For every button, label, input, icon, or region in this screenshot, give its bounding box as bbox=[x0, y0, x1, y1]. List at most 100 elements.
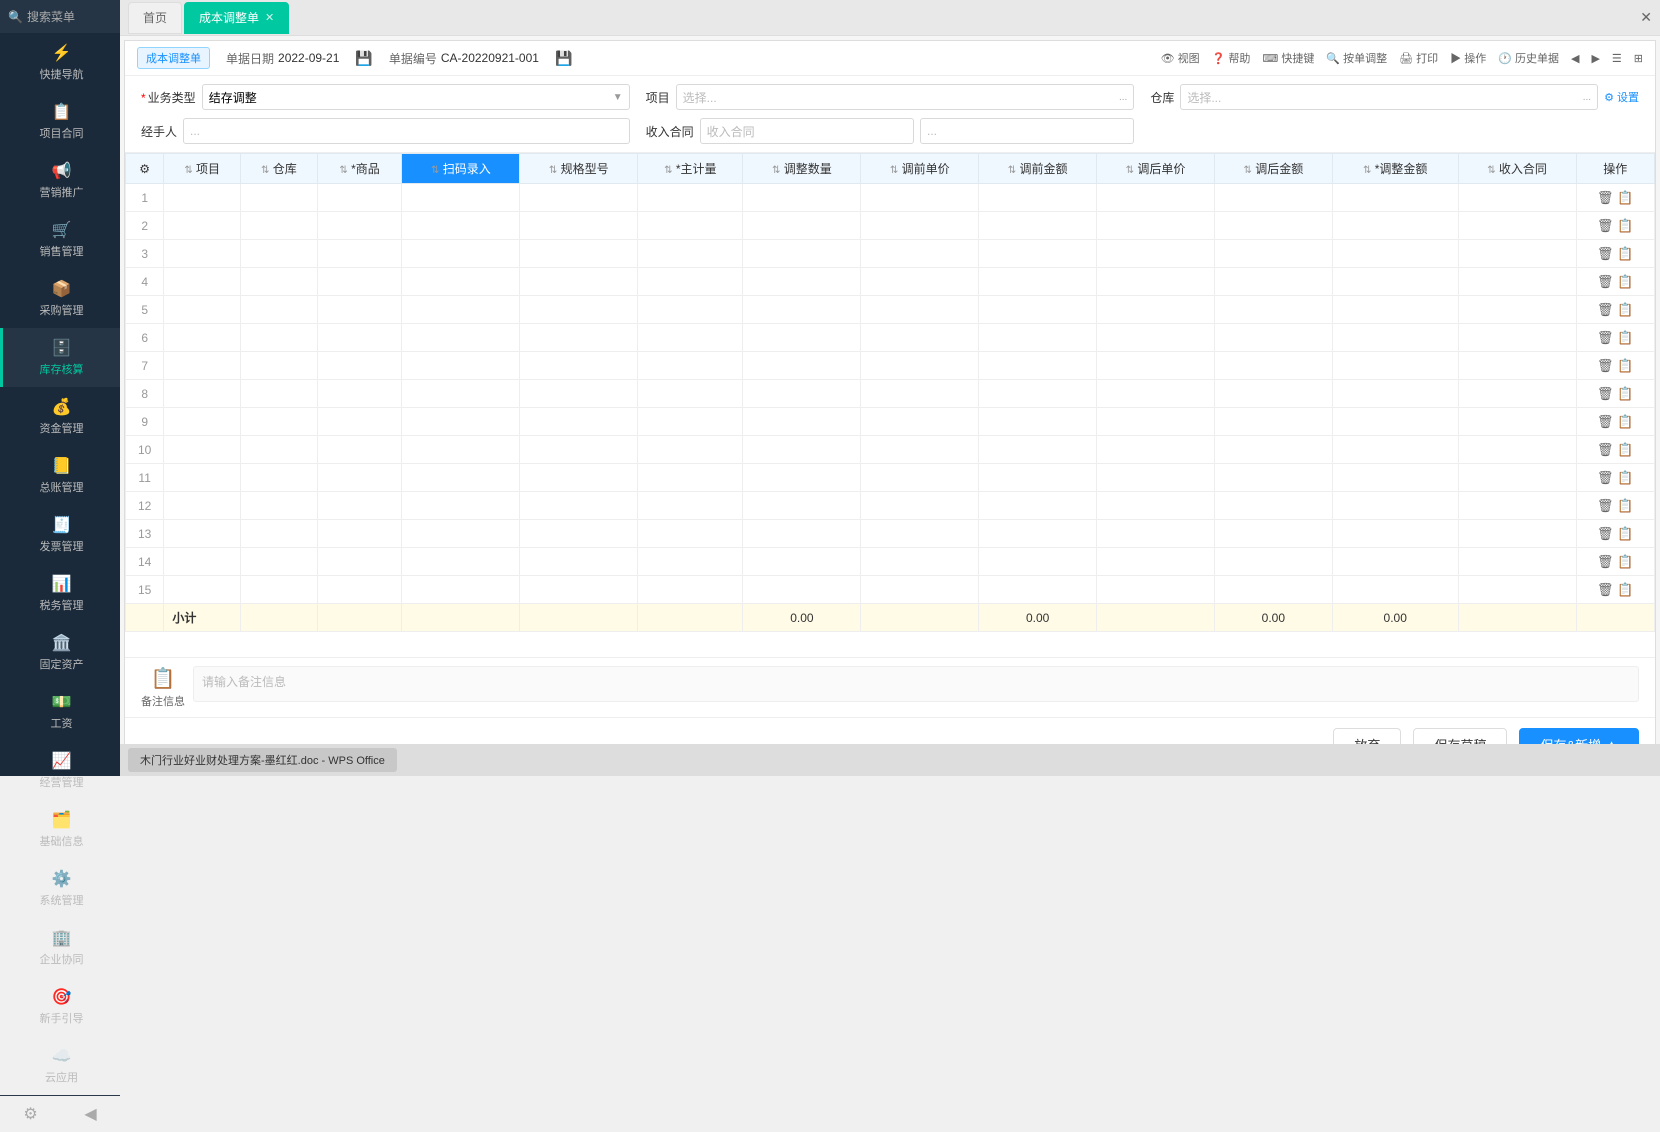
sidebar-search[interactable]: 🔍 搜索菜单 bbox=[0, 0, 120, 33]
income-contract-input[interactable]: 收入合同 bbox=[700, 118, 914, 144]
delete-icon-6[interactable]: 🗑 bbox=[1597, 330, 1614, 346]
help-action[interactable]: ❓ 帮助 bbox=[1212, 50, 1251, 66]
handler-input[interactable]: ... bbox=[183, 118, 630, 144]
delete-icon-4[interactable]: 🗑 bbox=[1597, 274, 1614, 290]
cell-income_contract-1 bbox=[1458, 184, 1576, 212]
delete-icon-5[interactable]: 🗑 bbox=[1597, 302, 1614, 318]
cell-actions-9: 🗑📋 bbox=[1576, 408, 1655, 436]
copy-icon-12[interactable]: 📋 bbox=[1617, 498, 1633, 514]
settings-icon[interactable]: ⚙ bbox=[23, 1104, 37, 1124]
cell-scan-3 bbox=[402, 240, 520, 268]
business-type-input[interactable]: 结存调整 ▼ bbox=[202, 84, 630, 110]
nav-prev[interactable]: ◀ bbox=[1571, 52, 1579, 65]
delete-icon-2[interactable]: 🗑 bbox=[1597, 218, 1614, 234]
view-list-icon[interactable]: ☰ bbox=[1612, 52, 1622, 65]
copy-icon-8[interactable]: 📋 bbox=[1617, 386, 1633, 402]
cell-income_contract-15 bbox=[1458, 576, 1576, 604]
tab-cost-adjust[interactable]: 成本调整单✕ bbox=[184, 2, 289, 34]
copy-icon-3[interactable]: 📋 bbox=[1617, 246, 1633, 262]
copy-icon-1[interactable]: 📋 bbox=[1617, 190, 1633, 206]
delete-icon-9[interactable]: 🗑 bbox=[1597, 414, 1614, 430]
cell-warehouse-9 bbox=[241, 408, 318, 436]
history-action[interactable]: 🕐 历史单据 bbox=[1498, 50, 1559, 66]
delete-icon-10[interactable]: 🗑 bbox=[1597, 442, 1614, 458]
tab-home[interactable]: 首页 bbox=[128, 2, 182, 34]
delete-icon-1[interactable]: 🗑 bbox=[1597, 190, 1614, 206]
copy-icon-11[interactable]: 📋 bbox=[1617, 470, 1633, 486]
delete-icon-7[interactable]: 🗑 bbox=[1597, 358, 1614, 374]
sidebar-item-invoice[interactable]: 🧾发票管理 bbox=[0, 505, 120, 564]
copy-icon-15[interactable]: 📋 bbox=[1617, 582, 1633, 598]
delete-icon-15[interactable]: 🗑 bbox=[1597, 582, 1614, 598]
sidebar-item-quick-nav[interactable]: ⚡快捷导航 bbox=[0, 33, 120, 92]
cell-prev_amount-4 bbox=[979, 268, 1097, 296]
view-grid-icon[interactable]: ⊞ bbox=[1634, 52, 1643, 65]
delete-icon-12[interactable]: 🗑 bbox=[1597, 498, 1614, 514]
income-contract-input2[interactable]: ... bbox=[920, 118, 1134, 144]
copy-icon-9[interactable]: 📋 bbox=[1617, 414, 1633, 430]
collapse-icon[interactable]: ◀ bbox=[84, 1104, 96, 1124]
delete-icon-8[interactable]: 🗑 bbox=[1597, 386, 1614, 402]
project-input[interactable]: 选择... ... bbox=[676, 84, 1135, 110]
copy-icon-10[interactable]: 📋 bbox=[1617, 442, 1633, 458]
cell-scan-2 bbox=[402, 212, 520, 240]
sidebar-item-payroll[interactable]: 💵工资 bbox=[0, 682, 120, 741]
window-close-button[interactable]: ✕ bbox=[1640, 9, 1652, 26]
sidebar-item-purchase[interactable]: 📦采购管理 bbox=[0, 269, 120, 328]
sidebar-item-marketing[interactable]: 📢营销推广 bbox=[0, 151, 120, 210]
copy-icon-4[interactable]: 📋 bbox=[1617, 274, 1633, 290]
table-row: 7🗑📋 bbox=[126, 352, 1655, 380]
sidebar-item-ledger[interactable]: 📒总账管理 bbox=[0, 446, 120, 505]
settings-col-icon[interactable]: ⚙ bbox=[139, 162, 150, 176]
copy-icon-14[interactable]: 📋 bbox=[1617, 554, 1633, 570]
sidebar-item-cloud[interactable]: ☁️云应用 bbox=[0, 1036, 120, 1095]
sidebar-item-sys[interactable]: ⚙️系统管理 bbox=[0, 859, 120, 918]
taskbar-item[interactable]: 木门行业好业财处理方案-墨红红.doc - WPS Office bbox=[128, 748, 397, 772]
cell-unit-1 bbox=[638, 184, 743, 212]
business-type-value: 结存调整 bbox=[209, 89, 257, 106]
subtotal-prev_amount: 0.00 bbox=[979, 604, 1097, 632]
review-action[interactable]: 🔍 按单调整 bbox=[1326, 50, 1387, 66]
sidebar-item-ops[interactable]: 📈经营管理 bbox=[0, 741, 120, 800]
cell-after_price-8 bbox=[1097, 380, 1215, 408]
cell-project-1 bbox=[164, 184, 241, 212]
settings-btn[interactable]: ⚙ 设置 bbox=[1604, 89, 1639, 105]
nav-next[interactable]: ▶ bbox=[1591, 52, 1599, 65]
sidebar-item-inventory[interactable]: 🗄️库存核算 bbox=[0, 328, 120, 387]
operate-action[interactable]: ▶ 操作 bbox=[1450, 50, 1486, 66]
sidebar-item-fixed-assets[interactable]: 🏛️固定资产 bbox=[0, 623, 120, 682]
sidebar-item-project-contract[interactable]: 📋项目合同 bbox=[0, 92, 120, 151]
income-contract-label: 收入合同 bbox=[646, 123, 694, 140]
tab-close-cost-adjust[interactable]: ✕ bbox=[265, 11, 274, 24]
cell-income_contract-7 bbox=[1458, 352, 1576, 380]
copy-icon-13[interactable]: 📋 bbox=[1617, 526, 1633, 542]
sidebar-item-tax[interactable]: 📊税务管理 bbox=[0, 564, 120, 623]
copy-icon-2[interactable]: 📋 bbox=[1617, 218, 1633, 234]
view-action[interactable]: 👁 视图 bbox=[1161, 50, 1200, 66]
cell-product-8 bbox=[317, 380, 402, 408]
copy-icon-5[interactable]: 📋 bbox=[1617, 302, 1633, 318]
sidebar-item-finance[interactable]: 💰资金管理 bbox=[0, 387, 120, 446]
sidebar-item-base-info[interactable]: 🗂️基础信息 bbox=[0, 800, 120, 859]
table-row: 8🗑📋 bbox=[126, 380, 1655, 408]
delete-icon-13[interactable]: 🗑 bbox=[1597, 526, 1614, 542]
copy-icon-6[interactable]: 📋 bbox=[1617, 330, 1633, 346]
shortcut-action[interactable]: ⌨ 快捷键 bbox=[1262, 50, 1314, 66]
delete-icon-14[interactable]: 🗑 bbox=[1597, 554, 1614, 570]
cell-prev_price-14 bbox=[861, 548, 979, 576]
cell-adjust_qty-14 bbox=[743, 548, 861, 576]
sidebar-item-new-guide[interactable]: 🎯新手引导 bbox=[0, 977, 120, 1036]
cell-prev_amount-12 bbox=[979, 492, 1097, 520]
sidebar-item-corp[interactable]: 🏢企业协同 bbox=[0, 918, 120, 977]
doc-no-save-icon[interactable]: 💾 bbox=[555, 50, 572, 67]
delete-icon-11[interactable]: 🗑 bbox=[1597, 470, 1614, 486]
print-action[interactable]: 🖨 打印 bbox=[1399, 50, 1438, 66]
delete-icon-3[interactable]: 🗑 bbox=[1597, 246, 1614, 262]
warehouse-input[interactable]: 选择... ... bbox=[1180, 84, 1598, 110]
cell-unit-7 bbox=[638, 352, 743, 380]
sidebar-item-sales[interactable]: 🛒销售管理 bbox=[0, 210, 120, 269]
col-settings[interactable]: ⚙ bbox=[126, 154, 164, 184]
doc-save-icon[interactable]: 💾 bbox=[355, 50, 372, 67]
note-input[interactable]: 请输入备注信息 bbox=[193, 666, 1639, 702]
copy-icon-7[interactable]: 📋 bbox=[1617, 358, 1633, 374]
